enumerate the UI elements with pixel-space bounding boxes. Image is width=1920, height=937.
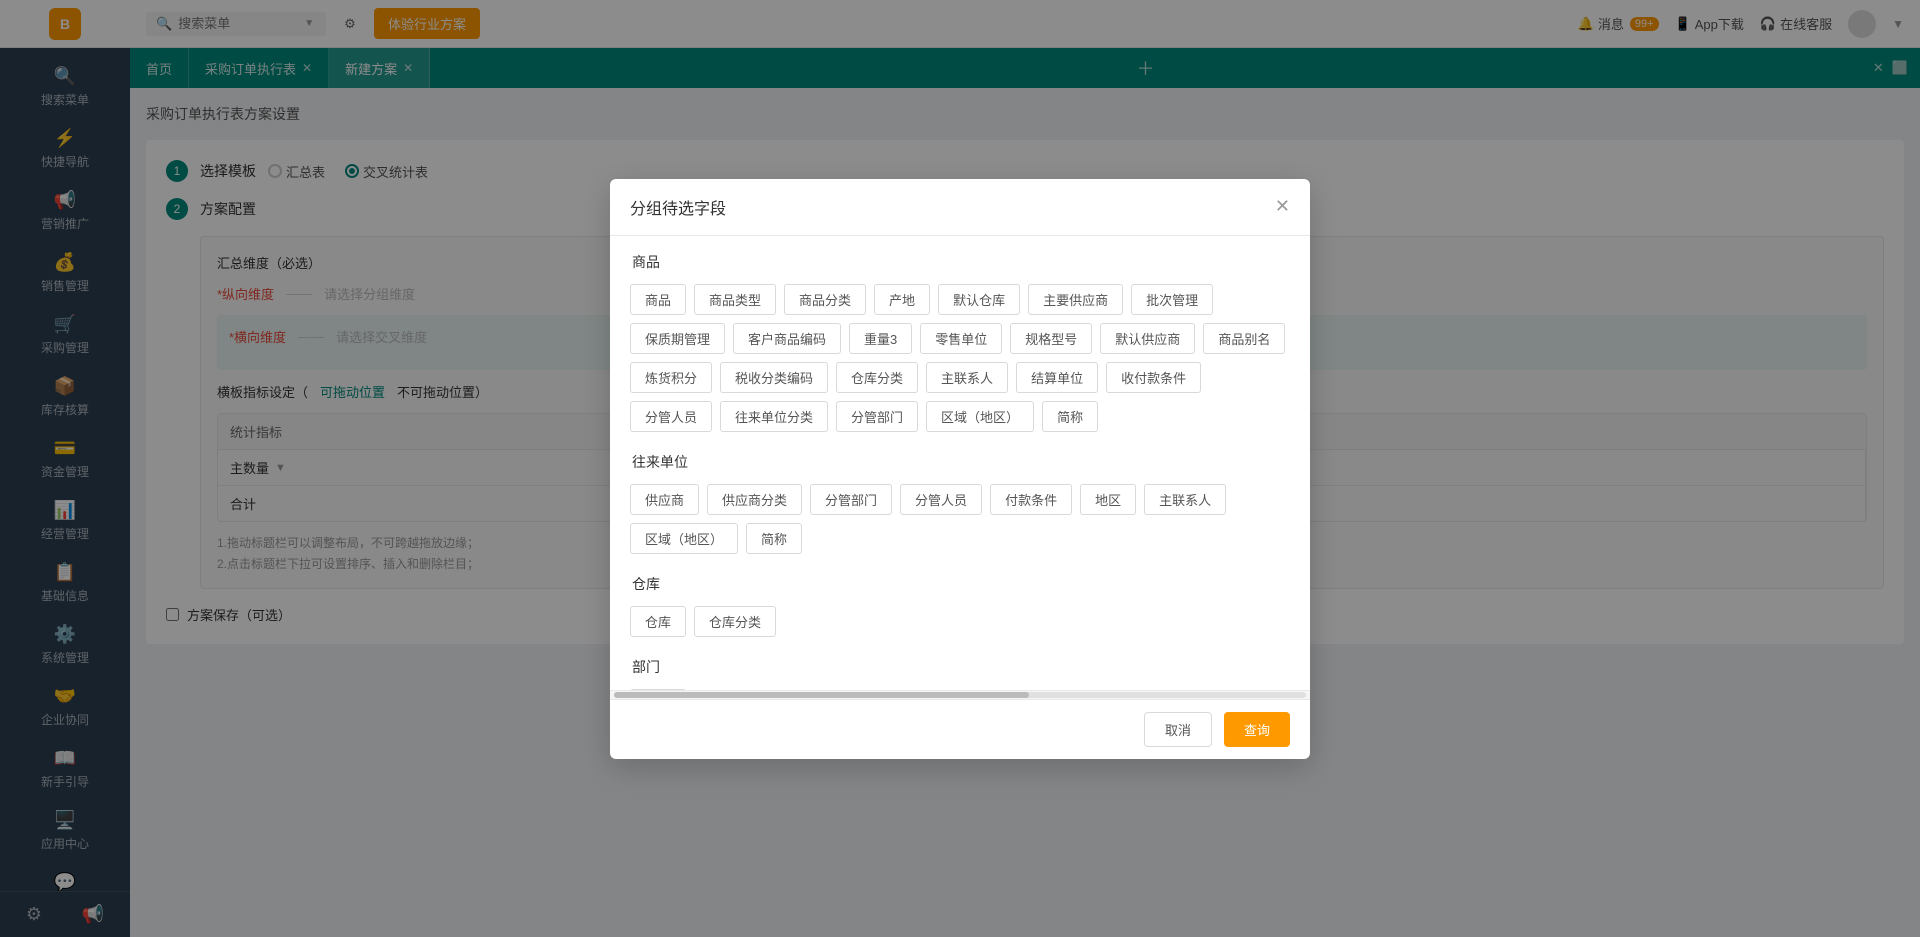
field-tag-0-19[interactable]: 收付款条件 xyxy=(1106,362,1201,393)
section-title-0: 商品 xyxy=(630,252,1290,272)
field-tag-1-1[interactable]: 供应商分类 xyxy=(707,484,802,515)
modal-footer: 取消 查询 xyxy=(610,699,1310,759)
section-title-2: 仓库 xyxy=(630,574,1290,594)
field-tag-0-10[interactable]: 零售单位 xyxy=(920,323,1002,354)
field-tag-0-9[interactable]: 重量3 xyxy=(849,323,912,354)
field-tag-0-20[interactable]: 分管人员 xyxy=(630,401,712,432)
field-tag-0-24[interactable]: 简称 xyxy=(1042,401,1098,432)
modal: 分组待选字段 ✕ 商品商品商品类型商品分类产地默认仓库主要供应商批次管理保质期管… xyxy=(610,179,1310,759)
field-tag-1-0[interactable]: 供应商 xyxy=(630,484,699,515)
field-tag-1-7[interactable]: 区域（地区） xyxy=(630,523,738,554)
field-tag-0-4[interactable]: 默认仓库 xyxy=(938,284,1020,315)
section-1: 往来单位供应商供应商分类分管部门分管人员付款条件地区主联系人区域（地区） 简称 xyxy=(630,452,1290,554)
section-title-3: 部门 xyxy=(630,657,1290,677)
field-tag-0-18[interactable]: 结算单位 xyxy=(1016,362,1098,393)
modal-title: 分组待选字段 xyxy=(630,195,726,219)
field-tag-0-11[interactable]: 规格型号 xyxy=(1010,323,1092,354)
hscroll-thumb[interactable] xyxy=(614,692,1029,698)
field-tag-1-8[interactable]: 简称 xyxy=(746,523,802,554)
modal-close-button[interactable]: ✕ xyxy=(1275,196,1290,217)
field-tag-1-3[interactable]: 分管人员 xyxy=(900,484,982,515)
section-2: 仓库仓库仓库分类 xyxy=(630,574,1290,637)
section-3: 部门部门 xyxy=(630,657,1290,691)
section-tags-1: 供应商供应商分类分管部门分管人员付款条件地区主联系人区域（地区） 简称 xyxy=(630,484,1290,554)
modal-overlay: 分组待选字段 ✕ 商品商品商品类型商品分类产地默认仓库主要供应商批次管理保质期管… xyxy=(0,0,1920,937)
cancel-button[interactable]: 取消 xyxy=(1144,712,1212,747)
field-tag-0-15[interactable]: 税收分类编码 xyxy=(720,362,828,393)
section-tags-2: 仓库仓库分类 xyxy=(630,606,1290,637)
section-title-1: 往来单位 xyxy=(630,452,1290,472)
field-tag-2-1[interactable]: 仓库分类 xyxy=(694,606,776,637)
section-tags-0: 商品商品类型商品分类产地默认仓库主要供应商批次管理保质期管理客户商品编码重量3 零… xyxy=(630,284,1290,432)
field-tag-0-23[interactable]: 区域（地区） xyxy=(926,401,1034,432)
field-tag-0-3[interactable]: 产地 xyxy=(874,284,930,315)
modal-header: 分组待选字段 ✕ xyxy=(610,179,1310,236)
field-tag-1-2[interactable]: 分管部门 xyxy=(810,484,892,515)
field-tag-2-0[interactable]: 仓库 xyxy=(630,606,686,637)
modal-body: 商品商品商品类型商品分类产地默认仓库主要供应商批次管理保质期管理客户商品编码重量… xyxy=(610,236,1310,691)
field-tag-0-7[interactable]: 保质期管理 xyxy=(630,323,725,354)
field-tag-1-5[interactable]: 地区 xyxy=(1080,484,1136,515)
field-tag-0-1[interactable]: 商品类型 xyxy=(694,284,776,315)
field-tag-1-4[interactable]: 付款条件 xyxy=(990,484,1072,515)
modal-hscroll[interactable] xyxy=(610,690,1310,698)
field-tag-0-13[interactable]: 商品别名 xyxy=(1203,323,1285,354)
field-tag-0-14[interactable]: 炼货积分 xyxy=(630,362,712,393)
field-tag-0-17[interactable]: 主联系人 xyxy=(926,362,1008,393)
field-tag-1-6[interactable]: 主联系人 xyxy=(1144,484,1226,515)
field-tag-0-22[interactable]: 分管部门 xyxy=(836,401,918,432)
hscroll-track[interactable] xyxy=(614,692,1306,698)
field-tag-0-12[interactable]: 默认供应商 xyxy=(1100,323,1195,354)
field-tag-0-21[interactable]: 往来单位分类 xyxy=(720,401,828,432)
section-0: 商品商品商品类型商品分类产地默认仓库主要供应商批次管理保质期管理客户商品编码重量… xyxy=(630,252,1290,432)
field-tag-0-5[interactable]: 主要供应商 xyxy=(1028,284,1123,315)
field-tag-0-0[interactable]: 商品 xyxy=(630,284,686,315)
field-tag-0-2[interactable]: 商品分类 xyxy=(784,284,866,315)
field-tag-0-8[interactable]: 客户商品编码 xyxy=(733,323,841,354)
confirm-button[interactable]: 查询 xyxy=(1224,712,1290,747)
field-tag-0-16[interactable]: 仓库分类 xyxy=(836,362,918,393)
field-tag-0-6[interactable]: 批次管理 xyxy=(1131,284,1213,315)
